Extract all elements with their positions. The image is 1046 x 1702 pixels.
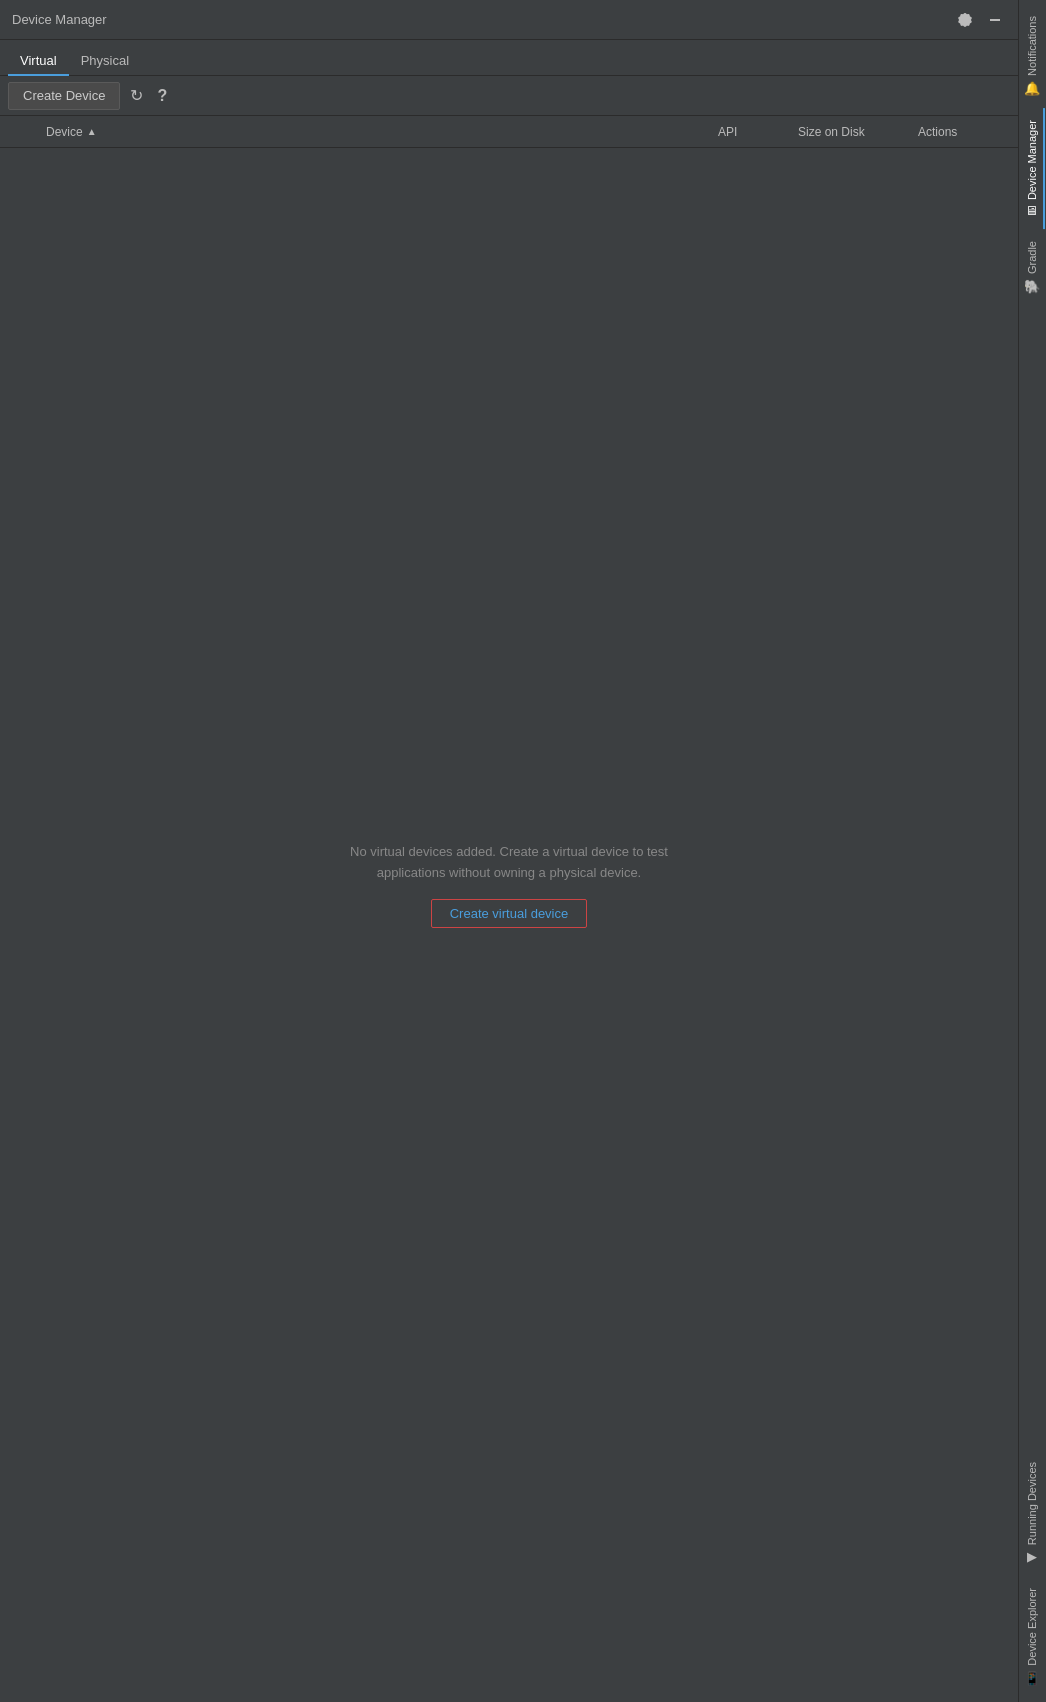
tab-physical[interactable]: Physical — [69, 47, 141, 76]
app-title: Device Manager — [12, 12, 107, 27]
sidebar-item-running-devices[interactable]: ▶ Running Devices — [1020, 1450, 1045, 1576]
sidebar-item-notifications[interactable]: 🔔 Notifications — [1020, 4, 1045, 108]
sidebar-item-device-manager[interactable]: 🖥 Device Manager — [1020, 108, 1045, 229]
column-header-device[interactable]: Device ▲ — [38, 125, 710, 139]
right-sidebar: 🔔 Notifications 🖥 Device Manager 🐘 Gradl… — [1018, 0, 1046, 1702]
column-header-size[interactable]: Size on Disk — [790, 125, 910, 139]
settings-button[interactable] — [954, 11, 976, 29]
minimize-button[interactable] — [984, 11, 1006, 29]
svg-rect-0 — [990, 19, 1000, 21]
table-header: Device ▲ API Size on Disk Actions — [0, 116, 1018, 148]
device-manager-icon: 🖥 — [1024, 204, 1039, 217]
empty-state-text: No virtual devices added. Create a virtu… — [350, 842, 668, 884]
gradle-icon: 🐘 — [1024, 278, 1039, 294]
tab-virtual[interactable]: Virtual — [8, 47, 69, 76]
tabs-bar: Virtual Physical — [0, 40, 1018, 76]
toolbar: Create Device ↻ ? — [0, 76, 1018, 116]
column-header-actions: Actions — [910, 125, 1010, 139]
help-icon: ? — [157, 87, 167, 105]
sidebar-item-device-explorer[interactable]: 📱 Device Explorer — [1020, 1576, 1045, 1698]
refresh-button[interactable]: ↻ — [126, 84, 147, 107]
empty-state: No virtual devices added. Create a virtu… — [350, 842, 668, 929]
column-header-api[interactable]: API — [710, 125, 790, 139]
table-body: No virtual devices added. Create a virtu… — [0, 148, 1018, 1702]
running-devices-icon: ▶ — [1024, 1549, 1039, 1564]
bell-icon: 🔔 — [1024, 80, 1039, 96]
title-bar: Device Manager — [0, 0, 1018, 40]
create-device-button[interactable]: Create Device — [8, 82, 120, 110]
sort-arrow-icon: ▲ — [87, 126, 97, 137]
minus-icon — [988, 13, 1002, 27]
gear-icon — [958, 13, 972, 27]
refresh-icon: ↻ — [130, 86, 143, 105]
create-virtual-device-button[interactable]: Create virtual device — [431, 899, 588, 928]
sidebar-item-gradle[interactable]: 🐘 Gradle — [1020, 229, 1045, 306]
help-button[interactable]: ? — [153, 85, 171, 107]
device-explorer-icon: 📱 — [1024, 1670, 1039, 1686]
